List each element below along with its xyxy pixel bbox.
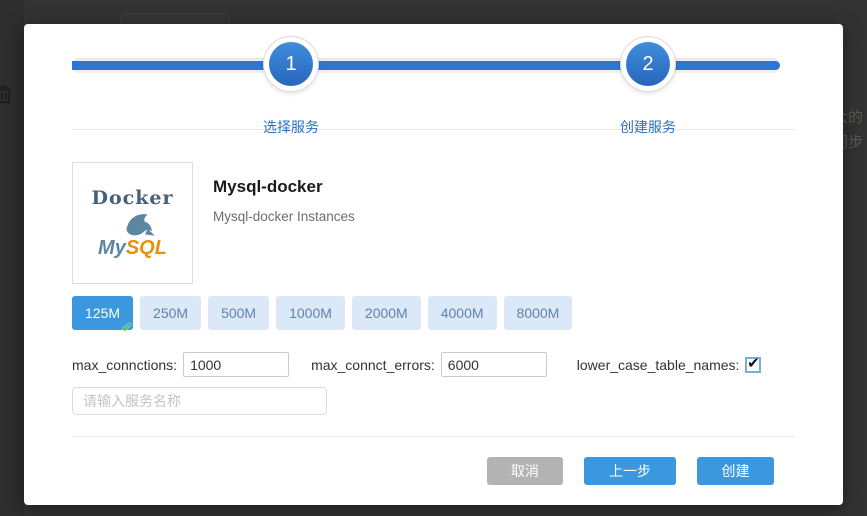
checkmark-icon: ✔ <box>747 354 760 372</box>
create-button[interactable]: 创建 <box>697 457 774 485</box>
create-service-modal: 1 选择服务 2 创建服务 Docker MySQL Mysql-docker Mys… <box>24 24 843 505</box>
max-connect-errors-input[interactable] <box>440 352 547 377</box>
memory-option-500m[interactable]: 500M <box>208 296 270 330</box>
max-connections-input[interactable] <box>183 352 290 377</box>
max-connect-errors-label: max_connct_errors: <box>311 356 435 373</box>
parameters-row: max_connctions: max_connct_errors: lower… <box>72 352 795 377</box>
memory-option-125m[interactable]: 125M ✔ <box>72 296 134 334</box>
service-subtitle: Mysql-docker Instances <box>213 209 355 224</box>
service-name-input[interactable] <box>72 387 327 415</box>
modal-footer: 取消 上一步 创建 <box>72 457 774 485</box>
mysql-logo-text: MySQL <box>98 236 167 259</box>
wizard-steps: 1 选择服务 2 创建服务 <box>72 24 795 135</box>
memory-option-1000m[interactable]: 1000M <box>276 296 345 330</box>
step-number: 2 <box>642 52 654 75</box>
footer-divider <box>72 436 795 437</box>
memory-option-4000m[interactable]: 4000M <box>427 296 497 330</box>
service-name-row <box>72 387 795 415</box>
service-info: Docker MySQL Mysql-docker Mysql-docker I… <box>72 162 795 284</box>
wizard-step-1: 1 选择服务 <box>263 36 319 135</box>
background-sidebar-strip <box>0 0 24 516</box>
background-text-line: 同步 <box>842 134 864 151</box>
cancel-button[interactable]: 取消 <box>487 457 563 485</box>
previous-step-button[interactable]: 上一步 <box>584 457 676 485</box>
lower-case-checkbox[interactable]: ✔ <box>745 354 762 373</box>
wizard-step-2: 2 创建服务 <box>620 36 676 135</box>
memory-option-250m[interactable]: 250M <box>140 296 202 330</box>
background-text-fragment: 大的 同步 <box>842 105 867 155</box>
service-title: Mysql-docker <box>213 177 323 196</box>
background-text-line: 大的 <box>842 109 864 126</box>
docker-logo-text: Docker <box>91 186 174 209</box>
trash-icon <box>0 83 15 105</box>
memory-option-8000m[interactable]: 8000M <box>503 296 573 330</box>
step-label: 创建服务 <box>620 119 676 135</box>
max-connections-label: max_connctions: <box>72 356 178 373</box>
step-number: 1 <box>285 52 297 75</box>
step-circle: 2 <box>620 36 676 92</box>
step-label: 选择服务 <box>263 119 319 135</box>
step-circle: 1 <box>263 36 319 92</box>
memory-options: 125M ✔ 250M 500M 1000M 2000M 4000M 8000M <box>72 296 795 334</box>
lower-case-table-names-label: lower_case_table_names: <box>576 356 740 373</box>
mysql-docker-logo: Docker MySQL <box>72 162 193 284</box>
memory-option-2000m[interactable]: 2000M <box>351 296 421 330</box>
selected-check-icon: ✔ <box>121 319 134 335</box>
